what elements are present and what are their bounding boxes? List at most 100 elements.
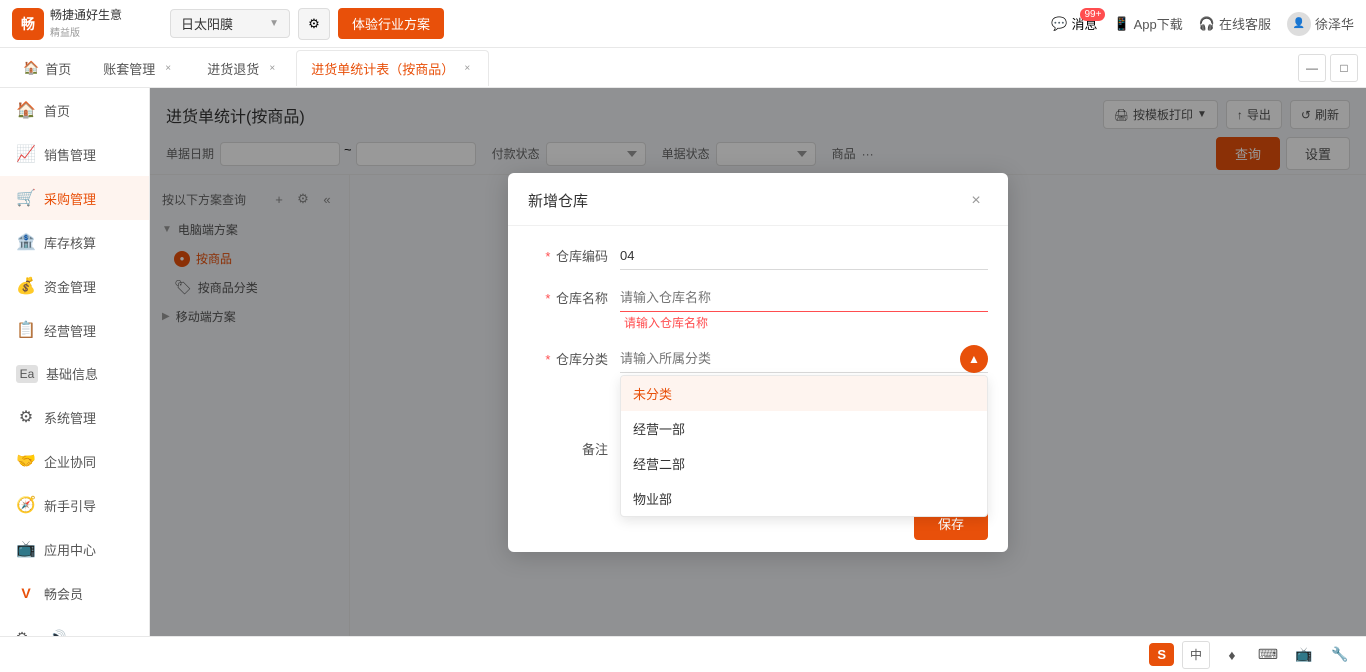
- footer-keyboard-button[interactable]: ⌨: [1254, 641, 1282, 669]
- settings-button[interactable]: ⚙: [298, 8, 330, 40]
- home-sidebar-icon: 🏠: [16, 100, 36, 120]
- category-option-dept2[interactable]: 经营二部: [621, 446, 987, 481]
- status-bar: S 中 ♦ ⌨ 📺 🔧: [0, 636, 1366, 672]
- sidebar-item-guide[interactable]: 🧭 新手引导: [0, 483, 149, 527]
- message-icon: 💬: [1051, 16, 1067, 32]
- sidebar-item-enterprise[interactable]: 🤝 企业协同: [0, 439, 149, 483]
- footer-zh-button[interactable]: 中: [1182, 641, 1210, 669]
- sidebar-item-purchase[interactable]: 🛒 采购管理: [0, 176, 149, 220]
- sidebar-item-inventory[interactable]: 🏦 库存核算: [0, 220, 149, 264]
- name-error-message: 请输入仓库名称: [624, 316, 708, 330]
- main-layout: 🏠 首页 📈 销售管理 🛒 采购管理 🏦 库存核算 💰 资金管理 📋 经营管理 …: [0, 88, 1366, 636]
- tab-accounts-close[interactable]: ×: [161, 61, 175, 75]
- category-dropdown: 未分类 经营一部 经营二部 物业部: [620, 375, 988, 517]
- brand-s-icon: S: [1157, 647, 1166, 662]
- new-warehouse-dialog: 新增仓库 × * 仓库编码: [508, 173, 1008, 552]
- dialog-close-button[interactable]: ×: [964, 189, 988, 213]
- purchase-icon: 🛒: [16, 188, 36, 208]
- sidebar-item-finance[interactable]: 💰 资金管理: [0, 264, 149, 308]
- tab-expand-button[interactable]: □: [1330, 54, 1358, 82]
- form-row-category: * 仓库分类 ▲ 未分类 经营一部 经营二部 物业部: [528, 345, 988, 373]
- sidebar-vip-label: 畅会员: [44, 584, 83, 603]
- sidebar-guide-label: 新手引导: [44, 496, 96, 515]
- sidebar-bottom: ⚙ 🔊: [0, 615, 149, 636]
- sidebar-home-label: 首页: [44, 101, 70, 120]
- app-download-button[interactable]: 📱 App下载: [1113, 14, 1182, 33]
- sidebar-item-vip[interactable]: V 畅会员: [0, 571, 149, 615]
- avatar: 👤: [1287, 12, 1311, 36]
- category-option-none[interactable]: 未分类: [621, 376, 987, 411]
- form-row-name: * 仓库名称 请输入仓库名称: [528, 284, 988, 331]
- app-center-icon: 📺: [16, 539, 36, 559]
- warehouse-name-input[interactable]: [620, 284, 988, 312]
- sidebar-settings-btn[interactable]: ⚙: [8, 623, 36, 636]
- tab-purchase-return-label: 进货退货: [207, 59, 259, 78]
- sidebar-inventory-label: 库存核算: [44, 233, 96, 252]
- name-required-mark: *: [545, 291, 550, 306]
- phone-icon: 📱: [1113, 16, 1129, 32]
- content-area: 进货单统计(按商品) 🖨 按模板打印 ▼ ↑ 导出 ↺ 刷新: [150, 88, 1366, 636]
- category-option-dept1[interactable]: 经营一部: [621, 411, 987, 446]
- tab-purchase-return[interactable]: 进货退货 ×: [192, 50, 294, 86]
- chevron-down-icon: ▼: [269, 18, 279, 29]
- tab-purchase-stats-close[interactable]: ×: [460, 61, 474, 75]
- message-button[interactable]: 💬 消息 99+: [1051, 14, 1097, 33]
- category-required-mark: *: [545, 352, 550, 367]
- sidebar: 🏠 首页 📈 销售管理 🛒 采购管理 🏦 库存核算 💰 资金管理 📋 经营管理 …: [0, 88, 150, 636]
- sidebar-item-home[interactable]: 🏠 首页: [0, 88, 149, 132]
- sidebar-item-operations[interactable]: 📋 经营管理: [0, 308, 149, 352]
- dialog-overlay: 新增仓库 × * 仓库编码: [150, 88, 1366, 636]
- sidebar-sound-btn[interactable]: 🔊: [44, 623, 72, 636]
- message-badge: 99+: [1080, 8, 1105, 21]
- form-category-label: * 仓库分类: [528, 349, 608, 368]
- trial-button[interactable]: 体验行业方案: [338, 8, 444, 39]
- form-note-label: 备注: [528, 439, 608, 458]
- form-row-code: * 仓库编码: [528, 242, 988, 270]
- footer-monitor-button[interactable]: 📺: [1290, 641, 1318, 669]
- sidebar-enterprise-label: 企业协同: [44, 452, 96, 471]
- form-code-label: * 仓库编码: [528, 246, 608, 265]
- enterprise-icon: 🤝: [16, 451, 36, 471]
- operations-icon: 📋: [16, 320, 36, 340]
- tab-accounts[interactable]: 账套管理 ×: [88, 50, 190, 86]
- username-label: 徐泽华: [1315, 14, 1354, 33]
- sidebar-item-sales[interactable]: 📈 销售管理: [0, 132, 149, 176]
- footer-diamond-button[interactable]: ♦: [1218, 641, 1246, 669]
- tab-purchase-stats-label: 进货单统计表（按商品）: [311, 59, 454, 78]
- category-toggle-button[interactable]: ▲: [960, 345, 988, 373]
- tab-minimize-button[interactable]: —: [1298, 54, 1326, 82]
- sidebar-operations-label: 经营管理: [44, 321, 96, 340]
- guide-icon: 🧭: [16, 495, 36, 515]
- dialog-body: * 仓库编码 * 仓库名称: [508, 226, 1008, 495]
- sidebar-item-basic-info[interactable]: Ea 基础信息: [0, 352, 149, 395]
- dialog-header: 新增仓库 ×: [508, 173, 1008, 226]
- tab-purchase-stats[interactable]: 进货单统计表（按商品） ×: [296, 50, 489, 86]
- sales-icon: 📈: [16, 144, 36, 164]
- basic-info-icon: Ea: [16, 365, 38, 383]
- system-icon: ⚙: [16, 407, 36, 427]
- dialog-title: 新增仓库: [528, 190, 588, 211]
- sidebar-sales-label: 销售管理: [44, 145, 96, 164]
- footer-tool-button[interactable]: 🔧: [1326, 641, 1354, 669]
- tab-purchase-return-close[interactable]: ×: [265, 61, 279, 75]
- store-name: 日太阳膜: [181, 14, 233, 33]
- store-selector[interactable]: 日太阳膜 ▼: [170, 9, 290, 38]
- app-download-label: App下载: [1134, 14, 1183, 33]
- tab-bar-right: — □: [1298, 54, 1358, 82]
- online-service-button[interactable]: 🎧 在线客服: [1199, 14, 1271, 33]
- form-name-label: * 仓库名称: [528, 288, 608, 307]
- header-right: 💬 消息 99+ 📱 App下载 🎧 在线客服 👤 徐泽华: [1051, 12, 1354, 36]
- warehouse-code-input[interactable]: [620, 242, 988, 270]
- sidebar-basic-info-label: 基础信息: [46, 364, 98, 383]
- finance-icon: 💰: [16, 276, 36, 296]
- tab-home[interactable]: 🏠 首页: [8, 50, 86, 86]
- category-option-property[interactable]: 物业部: [621, 481, 987, 516]
- category-input[interactable]: [620, 345, 988, 373]
- gear-icon: ⚙: [308, 16, 320, 32]
- user-menu-button[interactable]: 👤 徐泽华: [1287, 12, 1354, 36]
- inventory-icon: 🏦: [16, 232, 36, 252]
- sidebar-item-system[interactable]: ⚙ 系统管理: [0, 395, 149, 439]
- top-header: 畅 畅捷通好生意 精益版 日太阳膜 ▼ ⚙ 体验行业方案 💬 消息 99+ 📱 …: [0, 0, 1366, 48]
- sidebar-item-app-center[interactable]: 📺 应用中心: [0, 527, 149, 571]
- tab-home-label: 首页: [45, 59, 71, 78]
